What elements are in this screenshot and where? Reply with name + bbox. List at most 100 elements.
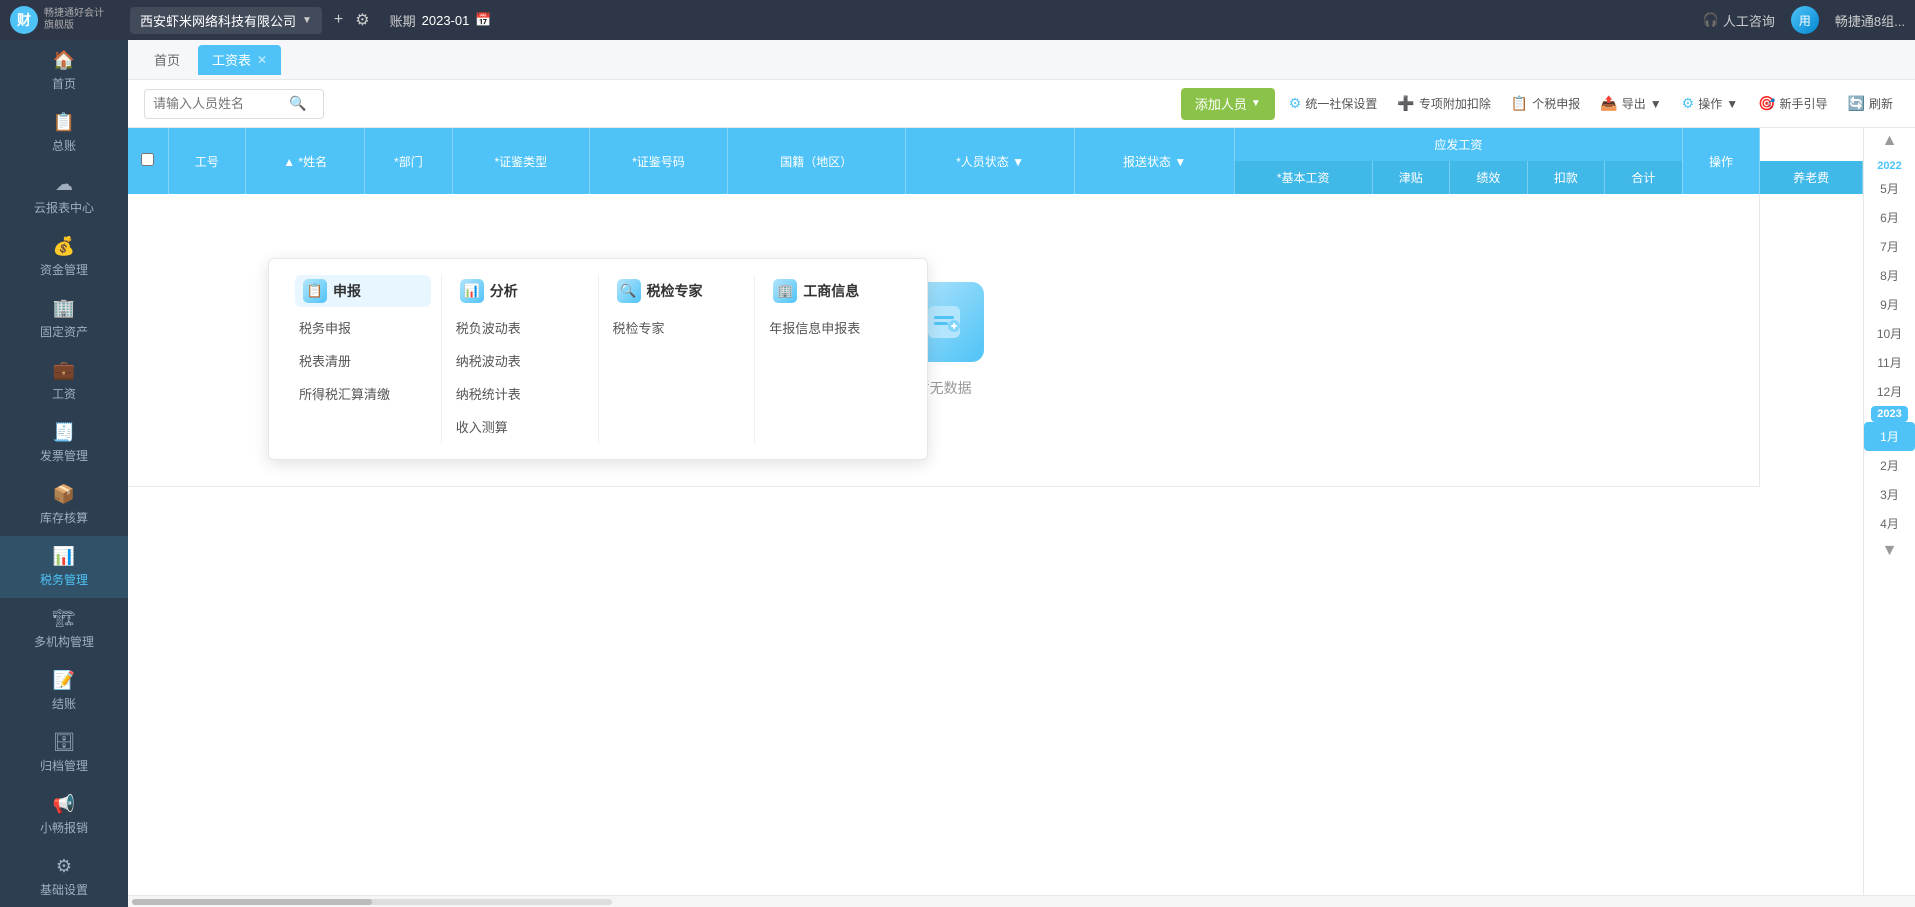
timeline-down-nav[interactable]: ▼ xyxy=(1878,538,1902,564)
personal-tax-icon: 📋 xyxy=(1511,95,1528,112)
search-icon[interactable]: 🔍 xyxy=(289,95,306,112)
sidebar-item-固定资产[interactable]: 🏢固定资产 xyxy=(0,288,128,350)
add-person-button[interactable]: 添加人员 ▼ xyxy=(1181,88,1275,120)
tab-bar: 首页 工资表 ✕ xyxy=(128,40,1915,80)
special-deduction-btn[interactable]: ➕ 专项附加扣除 xyxy=(1391,95,1496,112)
sidebar-item-结账[interactable]: 📝结账 xyxy=(0,660,128,722)
refresh-icon: 🔄 xyxy=(1848,95,1865,112)
gongShang-title: 工商信息 xyxy=(803,281,859,301)
tab-home[interactable]: 首页 xyxy=(140,45,194,75)
add-icon[interactable]: + xyxy=(334,11,343,29)
timeline-month-2023-3[interactable]: 3月 xyxy=(1864,480,1915,509)
sidebar-item-资金管理[interactable]: 💰资金管理 xyxy=(0,226,128,288)
tab-payroll[interactable]: 工资表 ✕ xyxy=(198,45,281,75)
sidebar-label-12: 小畅报销 xyxy=(40,819,88,836)
sidebar-label-4: 固定资产 xyxy=(40,323,88,340)
company-selector[interactable]: 西安虾米网络科技有限公司 ▼ xyxy=(130,7,322,34)
main-layout: 🏠首页📋总账☁云报表中心💰资金管理🏢固定资产💼工资🧾发票管理📦库存核算📊税务管理… xyxy=(0,40,1915,907)
export-btn[interactable]: 📤 导出 ▼ xyxy=(1594,95,1667,112)
sidebar-icon-9: 🏗 xyxy=(53,608,76,629)
export-icon: 📤 xyxy=(1600,95,1617,112)
scroll-thumb[interactable] xyxy=(132,899,372,905)
popup-item-tax-declaration[interactable]: 税务申报 xyxy=(295,311,431,344)
sidebar-label-8: 税务管理 xyxy=(40,571,88,588)
sidebar: 🏠首页📋总账☁云报表中心💰资金管理🏢固定资产💼工资🧾发票管理📦库存核算 📊 税务管理… xyxy=(0,40,128,907)
popup-section-shuiJian: 🔍 税检专家 税检专家 xyxy=(599,275,756,443)
sidebar-item-总账[interactable]: 📋总账 xyxy=(0,102,128,164)
user-name[interactable]: 畅捷通8组... xyxy=(1835,11,1905,30)
sidebar-item-归档管理[interactable]: 🗄归档管理 xyxy=(0,722,128,784)
sidebar-item-库存核算[interactable]: 📦库存核算 xyxy=(0,474,128,536)
popup-item-tax-payment-fluctuation[interactable]: 纳税波动表 xyxy=(452,344,588,377)
sidebar-icon-3: 💰 xyxy=(53,236,75,257)
calendar-icon[interactable]: 📅 xyxy=(475,12,491,28)
popup-item-income-tax-settlement[interactable]: 所得税汇算清缴 xyxy=(295,377,431,410)
timeline-month-11[interactable]: 11月 xyxy=(1864,348,1915,377)
sidebar-label-9: 多机构管理 xyxy=(34,633,94,650)
popup-item-income-calc[interactable]: 收入测算 xyxy=(452,410,588,443)
content-area: 首页 工资表 ✕ 🔍 添加人员 ▼ ⚙ 统一社保设置 ➕ 专 xyxy=(128,40,1915,907)
popup-item-tax-table-register[interactable]: 税表清册 xyxy=(295,344,431,377)
operation-btn[interactable]: ⚙ 操作 ▼ xyxy=(1676,95,1744,112)
shuiJian-icon: 🔍 xyxy=(617,279,641,303)
timeline-month-6[interactable]: 6月 xyxy=(1864,203,1915,232)
refresh-btn[interactable]: 🔄 刷新 xyxy=(1842,95,1899,112)
th-submit-status: 报送状态 ▼ xyxy=(1075,128,1235,194)
sidebar-item-云报表中心[interactable]: ☁云报表中心 xyxy=(0,164,128,226)
sidebar-icon-2: ☁ xyxy=(55,174,73,195)
new-guide-btn[interactable]: 🎯 新手引导 xyxy=(1752,95,1833,112)
timeline-month-12[interactable]: 12月 xyxy=(1864,377,1915,406)
timeline-month-5[interactable]: 5月 xyxy=(1864,174,1915,203)
gongShang-header: 🏢 工商信息 xyxy=(765,275,901,307)
tax-dropdown-popup: 📋 申报 税务申报 税表清册 所得税汇算清缴 📊 分析 xyxy=(268,258,928,460)
sidebar-label-13: 基础设置 xyxy=(40,881,88,898)
gongShang-icon: 🏢 xyxy=(773,279,797,303)
timeline-month-7[interactable]: 7月 xyxy=(1864,232,1915,261)
select-all-checkbox[interactable] xyxy=(141,153,154,166)
service-button[interactable]: 🎧 人工咨询 xyxy=(1703,11,1775,30)
sidebar-item-工资[interactable]: 💼工资 xyxy=(0,350,128,412)
settings-icon[interactable]: ⚙ xyxy=(355,10,369,30)
th-payable-wages: 应发工资 xyxy=(1234,128,1682,161)
sidebar-label-6: 发票管理 xyxy=(40,447,88,464)
sidebar-item-多机构管理[interactable]: 🏗 多机构管理 xyxy=(0,598,128,660)
sidebar-icon-8: 📊 xyxy=(53,546,75,567)
th-employee-number: 工号 xyxy=(168,128,246,194)
sidebar-item-税务管理[interactable]: 📊 税务管理 xyxy=(0,536,128,598)
sidebar-icon-10: 📝 xyxy=(53,670,75,691)
table-wrap: 工号 ▲ *姓名 *部门 *证鉴类型 *证鉴号码 国籍（地区） *人员状态 ▼ … xyxy=(128,128,1863,895)
add-person-dropdown-arrow: ▼ xyxy=(1251,98,1261,109)
th-id-number: *证鉴号码 xyxy=(590,128,728,194)
sidebar-icon-5: 💼 xyxy=(53,360,75,381)
popup-item-annual-report[interactable]: 年报信息申报表 xyxy=(765,311,901,344)
timeline-month-2023-1[interactable]: 1月 xyxy=(1864,422,1915,451)
tab-close-icon[interactable]: ✕ xyxy=(257,53,267,67)
th-allowance: 津贴 xyxy=(1372,161,1450,194)
popup-item-tax-expert[interactable]: 税检专家 xyxy=(609,311,745,344)
shenBao-title: 申报 xyxy=(333,281,361,301)
checkbox-header[interactable] xyxy=(128,128,168,194)
timeline-up-nav[interactable]: ▲ xyxy=(1878,128,1902,154)
company-name: 西安虾米网络科技有限公司 xyxy=(140,11,296,30)
timeline-month-2023-4[interactable]: 4月 xyxy=(1864,509,1915,538)
sidebar-item-首页[interactable]: 🏠首页 xyxy=(0,40,128,102)
sidebar-item-小畅报销[interactable]: 📢小畅报销 xyxy=(0,784,128,846)
sidebar-item-发票管理[interactable]: 🧾发票管理 xyxy=(0,412,128,474)
sidebar-icon-0: 🏠 xyxy=(53,50,75,71)
scroll-track[interactable] xyxy=(132,899,612,905)
social-security-settings-btn[interactable]: ⚙ 统一社保设置 xyxy=(1283,95,1384,112)
timeline-month-2023-2[interactable]: 2月 xyxy=(1864,451,1915,480)
timeline-month-10[interactable]: 10月 xyxy=(1864,319,1915,348)
period-value[interactable]: 2023-01 xyxy=(422,13,470,28)
timeline-month-8[interactable]: 8月 xyxy=(1864,261,1915,290)
popup-item-tax-statistics[interactable]: 纳税统计表 xyxy=(452,377,588,410)
timeline-month-9[interactable]: 9月 xyxy=(1864,290,1915,319)
personal-tax-btn[interactable]: 📋 个税申报 xyxy=(1505,95,1586,112)
popup-item-tax-burden[interactable]: 税负波动表 xyxy=(452,311,588,344)
shuiJian-title: 税检专家 xyxy=(647,281,703,301)
search-input[interactable] xyxy=(153,96,283,111)
sidebar-item-基础设置[interactable]: ⚙基础设置 xyxy=(0,846,128,907)
user-avatar: 用 xyxy=(1791,6,1819,34)
sidebar-label-11: 归档管理 xyxy=(40,757,88,774)
popup-section-fenXi: 📊 分析 税负波动表 纳税波动表 纳税统计表 收入测算 xyxy=(442,275,599,443)
